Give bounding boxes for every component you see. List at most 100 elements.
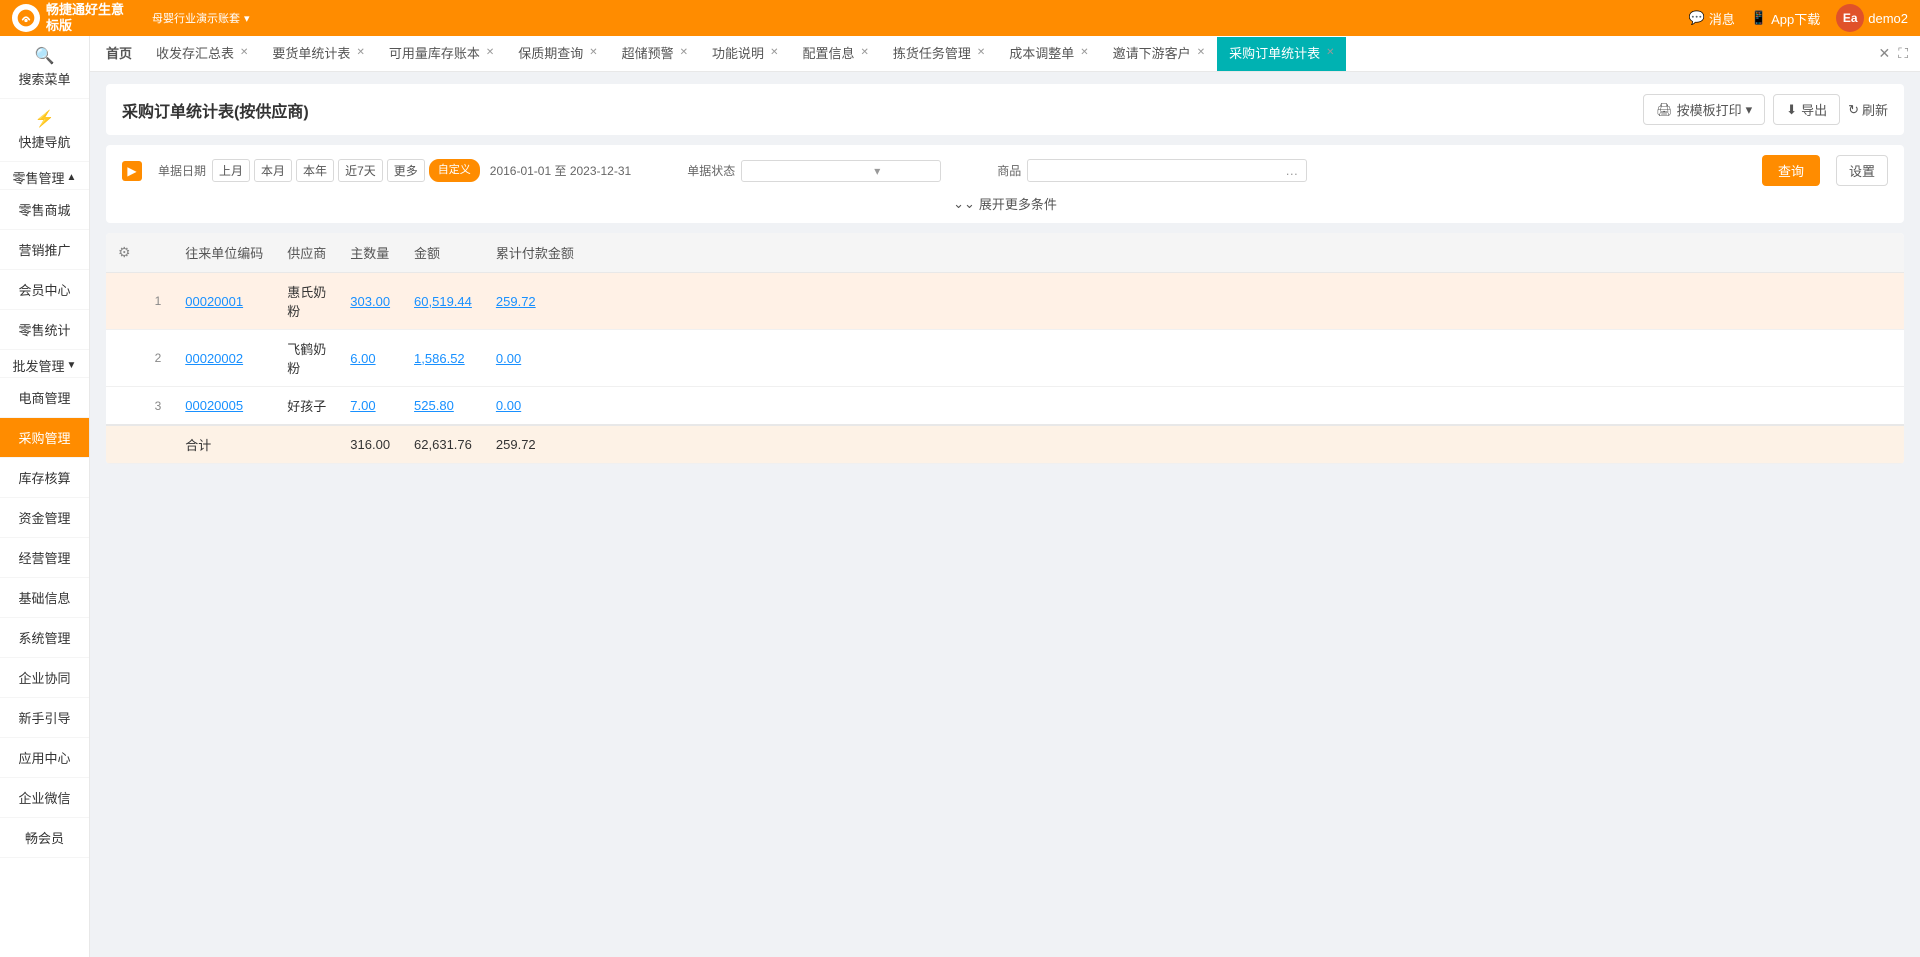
cell-amount-0[interactable]: 60,519.44: [402, 273, 484, 330]
sidebar-item-inventory[interactable]: 库存核算: [0, 458, 89, 498]
settings-button[interactable]: 设置: [1836, 155, 1888, 186]
tab-requisition-close-icon[interactable]: ✕: [356, 47, 364, 58]
tab-receivable-close-icon[interactable]: ✕: [240, 47, 248, 58]
page-title: 采购订单统计表(按供应商): [122, 98, 309, 122]
cell-settings-0: [106, 273, 143, 330]
sidebar-item-system[interactable]: 系统管理: [0, 618, 89, 658]
shortcut-this-month[interactable]: 本月: [254, 159, 292, 182]
expand-down-icon: ⌄⌄: [953, 196, 975, 212]
page-actions: 🖨 按模板打印 ▾ ⬇ 导出 ↻ 刷新: [1643, 94, 1888, 125]
cell-settings-1: [106, 330, 143, 387]
sidebar-item-enterprise-wechat[interactable]: 企业微信: [0, 778, 89, 818]
sidebar-item-purchase[interactable]: 采购管理: [0, 418, 89, 458]
cell-paid-2[interactable]: 0.00: [484, 387, 586, 426]
cell-quantity-1[interactable]: 6.00: [338, 330, 402, 387]
message-btn[interactable]: 💬 消息: [1689, 9, 1735, 28]
column-settings-icon[interactable]: ⚙: [118, 244, 131, 260]
cell-unitcode-0[interactable]: 00020001: [173, 273, 275, 330]
sidebar-item-marketing-label: 营销推广: [18, 240, 70, 259]
tab-home[interactable]: 首页: [94, 37, 144, 71]
tab-invite-downstream-close-icon[interactable]: ✕: [1197, 47, 1205, 58]
sidebar-item-basic-info[interactable]: 基础信息: [0, 578, 89, 618]
shortcut-more[interactable]: 更多: [387, 159, 425, 182]
cell-paid-0[interactable]: 259.72: [484, 273, 586, 330]
cell-unitcode-1[interactable]: 00020002: [173, 330, 275, 387]
date-range-display: 2016-01-01 至 2023-12-31: [490, 162, 631, 179]
status-select[interactable]: ▾: [741, 160, 941, 182]
shortcut-this-year[interactable]: 本年: [296, 159, 334, 182]
tab-function-desc[interactable]: 功能说明 ✕: [700, 37, 790, 71]
tab-pick-task[interactable]: 拣货任务管理 ✕: [881, 37, 997, 71]
sidebar-item-ecommerce[interactable]: 电商管理: [0, 378, 89, 418]
sidebar-item-new-guide[interactable]: 新手引导: [0, 698, 89, 738]
sidebar-item-retail[interactable]: 零售管理 ▲: [0, 162, 89, 190]
sidebar-item-member-label: 会员中心: [18, 280, 70, 299]
retail-arrow-icon: ▲: [67, 172, 77, 183]
tab-function-desc-close-icon[interactable]: ✕: [770, 47, 778, 58]
tab-receivable[interactable]: 收发存汇总表 ✕: [144, 37, 260, 71]
tab-pick-task-close-icon[interactable]: ✕: [977, 47, 985, 58]
sidebar: 🔍 搜索菜单 ⚡ 快捷导航 零售管理 ▲ 零售商城 营销推广 会员中心 零售统计…: [0, 36, 90, 957]
cell-amount-1[interactable]: 1,586.52: [402, 330, 484, 387]
tab-shelf-life[interactable]: 保质期查询 ✕: [506, 37, 609, 71]
sidebar-item-retail-stat[interactable]: 零售统计: [0, 310, 89, 350]
workspace-arrow-icon: ▾: [244, 12, 250, 25]
export-button[interactable]: ⬇ 导出: [1773, 94, 1840, 125]
refresh-button[interactable]: ↻ 刷新: [1848, 100, 1888, 119]
tab-config-info-close-icon[interactable]: ✕: [860, 47, 868, 58]
sidebar-item-purchase-label: 采购管理: [18, 428, 70, 447]
sidebar-item-search[interactable]: 🔍 搜索菜单: [0, 36, 89, 99]
tab-close-all-icon[interactable]: ✕: [1878, 45, 1890, 62]
tab-cost-adjust-close-icon[interactable]: ✕: [1080, 47, 1088, 58]
query-button[interactable]: 查询: [1762, 155, 1820, 186]
tab-fullscreen-icon[interactable]: ⛶: [1898, 45, 1908, 62]
workspace-selector[interactable]: 母婴行业演示账套 ▾: [152, 10, 250, 26]
sidebar-item-member2[interactable]: 畅会员: [0, 818, 89, 858]
tab-config-info[interactable]: 配置信息 ✕: [790, 37, 880, 71]
tab-available-inventory-label: 可用量库存账本: [389, 43, 480, 62]
cell-unitcode-2[interactable]: 00020005: [173, 387, 275, 426]
app-download-btn[interactable]: 📱 App下载: [1751, 9, 1820, 28]
sidebar-item-finance[interactable]: 资金管理: [0, 498, 89, 538]
cell-amount-2[interactable]: 525.80: [402, 387, 484, 426]
sidebar-item-quick-nav[interactable]: ⚡ 快捷导航: [0, 99, 89, 162]
tab-shelf-life-close-icon[interactable]: ✕: [589, 47, 597, 58]
cell-quantity-2[interactable]: 7.00: [338, 387, 402, 426]
tab-requisition[interactable]: 要货单统计表 ✕: [260, 37, 376, 71]
export-icon: ⬇: [1786, 102, 1797, 118]
sidebar-item-retail-mall[interactable]: 零售商城: [0, 190, 89, 230]
sidebar-item-finance-label: 资金管理: [18, 508, 70, 527]
tab-available-inventory-close-icon[interactable]: ✕: [486, 47, 494, 58]
sidebar-item-basic-info-label: 基础信息: [18, 588, 70, 607]
sidebar-item-enterprise-coop[interactable]: 企业协同: [0, 658, 89, 698]
user-name: demo2: [1868, 11, 1908, 26]
sidebar-item-wholesale[interactable]: 批发管理 ▼: [0, 350, 89, 378]
sidebar-item-operations[interactable]: 经营管理: [0, 538, 89, 578]
status-select-dropdown-icon: ▾: [874, 164, 932, 178]
cell-paid-1[interactable]: 0.00: [484, 330, 586, 387]
logo-icon: [12, 4, 40, 32]
shortcut-last-month[interactable]: 上月: [212, 159, 250, 182]
tab-invite-downstream[interactable]: 邀请下游客户 ✕: [1101, 37, 1217, 71]
goods-input[interactable]: …: [1027, 159, 1307, 182]
tab-cost-adjust[interactable]: 成本调整单 ✕: [997, 37, 1100, 71]
tab-purchase-stat-close-icon[interactable]: ✕: [1326, 47, 1334, 58]
sidebar-item-marketing[interactable]: 营销推广: [0, 230, 89, 270]
cell-settings-2: [106, 387, 143, 426]
sidebar-item-member[interactable]: 会员中心: [0, 270, 89, 310]
print-button[interactable]: 🖨 按模板打印 ▾: [1643, 94, 1765, 125]
tab-available-inventory[interactable]: 可用量库存账本 ✕: [377, 37, 506, 71]
goods-filter: 商品 …: [997, 159, 1307, 182]
tab-over-stock[interactable]: 超储预警 ✕: [610, 37, 700, 71]
tab-over-stock-close-icon[interactable]: ✕: [680, 47, 688, 58]
sidebar-item-app-center[interactable]: 应用中心: [0, 738, 89, 778]
sidebar-item-search-label: 搜索菜单: [18, 69, 70, 88]
filter-expand-arrow[interactable]: ▶: [122, 161, 142, 181]
expand-more-btn[interactable]: ⌄⌄ 展开更多条件: [122, 194, 1888, 213]
shortcut-custom[interactable]: 自定义: [429, 159, 480, 182]
sidebar-item-new-guide-label: 新手引导: [18, 708, 70, 727]
shortcut-7days[interactable]: 近7天: [338, 159, 383, 182]
cell-quantity-0[interactable]: 303.00: [338, 273, 402, 330]
user-profile[interactable]: Ea demo2: [1836, 4, 1908, 32]
tab-purchase-stat[interactable]: 采购订单统计表 ✕: [1217, 37, 1346, 71]
